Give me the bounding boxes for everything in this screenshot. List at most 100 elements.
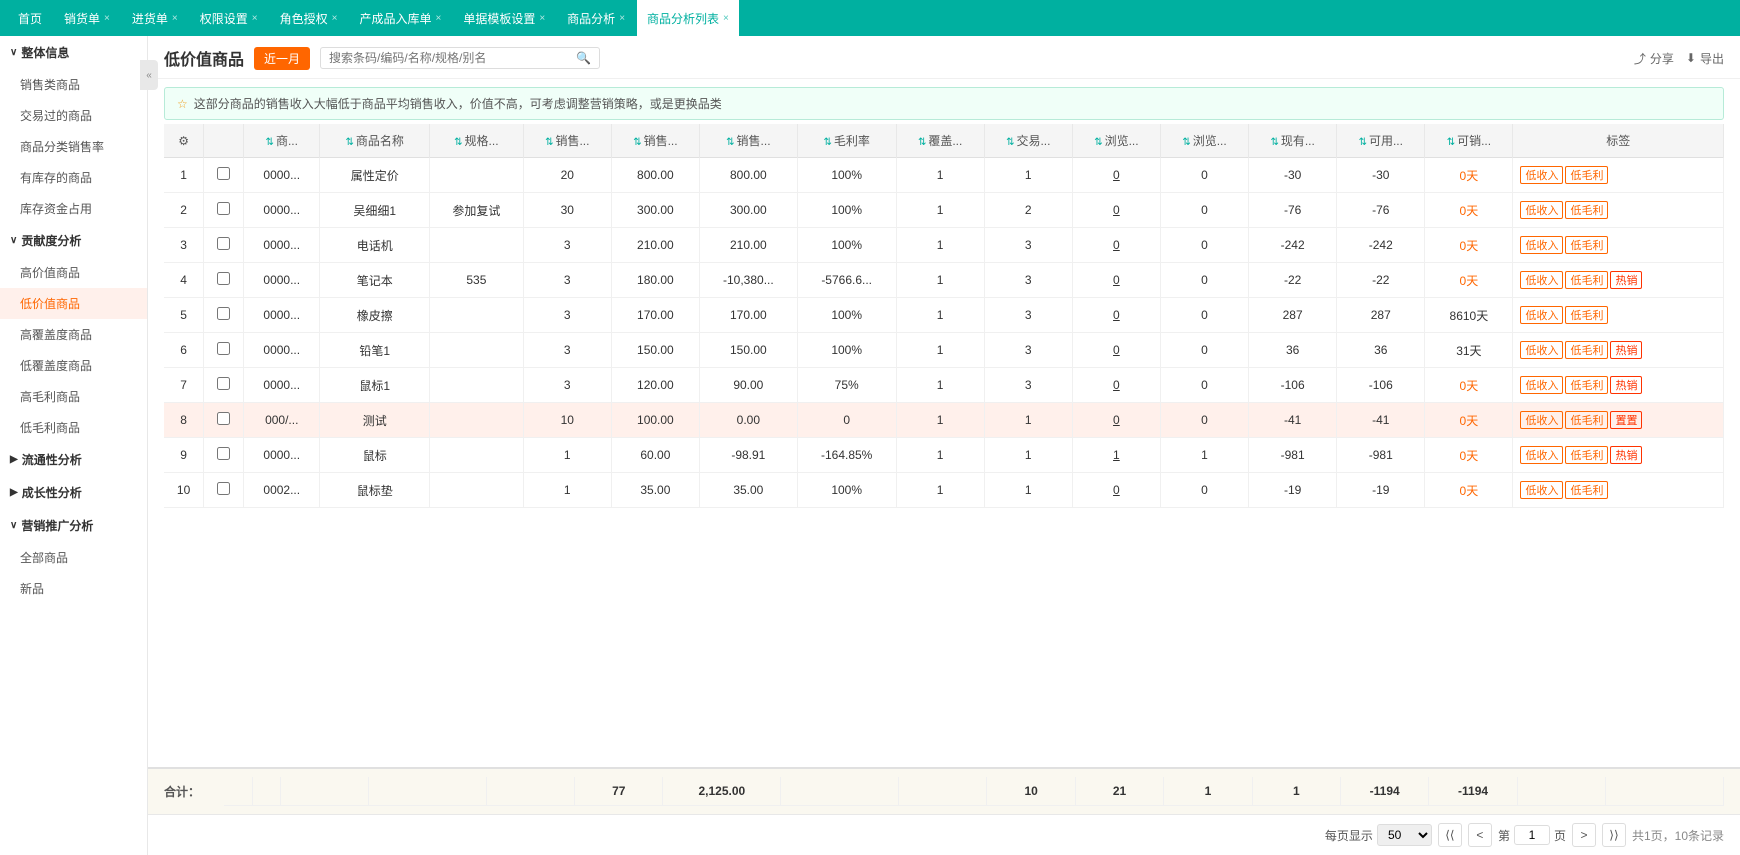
tag: 低收入 <box>1520 376 1563 394</box>
sidebar-item-sales-products[interactable]: 销售类商品 <box>0 69 147 100</box>
search-box: 🔍 <box>320 47 600 69</box>
sidebar-item-all-products[interactable]: 全部商品 <box>0 542 147 573</box>
close-tab-templates[interactable]: × <box>539 13 545 24</box>
browse1-link[interactable]: 0 <box>1113 168 1120 182</box>
cell-current-stock: -242 <box>1249 228 1337 263</box>
nav-tab-templates[interactable]: 单据模板设置× <box>453 0 555 36</box>
nav-tab-analysis-list[interactable]: 商品分析列表× <box>637 0 739 36</box>
row-checkbox[interactable] <box>217 412 230 425</box>
sidebar-group-financial[interactable]: ∨ 贡献度分析 <box>0 224 147 257</box>
row-checkbox[interactable] <box>217 272 230 285</box>
col-header-trade[interactable]: ⇅交易... <box>984 124 1072 158</box>
cell-sales-qty: 3 <box>523 333 611 368</box>
col-header-spec[interactable]: ⇅规格... <box>430 124 524 158</box>
nav-tab-sales[interactable]: 销货单× <box>54 0 120 36</box>
browse1-link[interactable]: 0 <box>1113 483 1120 497</box>
header-actions: ⤴ 分享 ⬇ 导出 <box>1634 50 1724 67</box>
col-header-sellable[interactable]: ⇅可销... <box>1425 124 1513 158</box>
row-checkbox[interactable] <box>217 377 230 390</box>
browse1-link[interactable]: 0 <box>1113 203 1120 217</box>
cell-tags: 低收入低毛利置置 <box>1513 403 1724 438</box>
sidebar-item-traded-products[interactable]: 交易过的商品 <box>0 100 147 131</box>
nav-tab-roles[interactable]: 角色授权× <box>270 0 348 36</box>
row-checkbox[interactable] <box>217 447 230 460</box>
sidebar-item-low-coverage[interactable]: 低覆盖度商品 <box>0 350 147 381</box>
col-header-code[interactable]: ⇅商... <box>244 124 320 158</box>
search-input[interactable] <box>329 51 572 65</box>
col-header-sales_amount[interactable]: ⇅销售... <box>611 124 699 158</box>
col-header-name[interactable]: ⇅商品名称 <box>320 124 430 158</box>
nav-tab-products[interactable]: 产成品入库单× <box>349 0 451 36</box>
tag: 低毛利 <box>1565 376 1608 394</box>
sidebar-item-low-value[interactable]: 低价值商品 <box>0 288 147 319</box>
tag: 热销 <box>1610 341 1642 359</box>
tag: 低毛利 <box>1565 446 1608 464</box>
browse1-link[interactable]: 0 <box>1113 413 1120 427</box>
browse1-link[interactable]: 0 <box>1113 343 1120 357</box>
nav-tab-permissions[interactable]: 权限设置× <box>190 0 268 36</box>
browse1-link[interactable]: 0 <box>1113 378 1120 392</box>
row-checkbox[interactable] <box>217 167 230 180</box>
sidebar-group-marketing[interactable]: ∨ 营销推广分析 <box>0 509 147 542</box>
sidebar-collapse-btn[interactable]: « <box>140 60 158 90</box>
last-page-btn[interactable]: ⟩⟩ <box>1602 823 1626 847</box>
close-tab-products[interactable]: × <box>435 13 441 24</box>
close-tab-purchase[interactable]: × <box>172 13 178 24</box>
sidebar-group-growth2[interactable]: ▶ 成长性分析 <box>0 476 147 509</box>
col-header-browse2[interactable]: ⇅浏览... <box>1160 124 1248 158</box>
next-page-btn[interactable]: > <box>1572 823 1596 847</box>
row-checkbox[interactable] <box>217 342 230 355</box>
browse1-link[interactable]: 0 <box>1113 308 1120 322</box>
browse1-link[interactable]: 0 <box>1113 238 1120 252</box>
close-tab-analysis-list[interactable]: × <box>723 13 729 24</box>
row-checkbox[interactable] <box>217 482 230 495</box>
nav-tab-purchase[interactable]: 进货单× <box>122 0 188 36</box>
share-button[interactable]: ⤴ 分享 <box>1634 50 1674 67</box>
close-tab-analysis[interactable]: × <box>619 13 625 24</box>
browse1-link[interactable]: 1 <box>1113 448 1120 462</box>
sidebar-item-inventory-products[interactable]: 有库存的商品 <box>0 162 147 193</box>
col-header-current_stock[interactable]: ⇅现有... <box>1249 124 1337 158</box>
per-page-select[interactable]: 50 100 200 <box>1377 824 1432 846</box>
close-tab-sales[interactable]: × <box>104 13 110 24</box>
row-checkbox[interactable] <box>217 202 230 215</box>
nav-tab-home[interactable]: 首页 <box>8 0 52 36</box>
col-header-sales_price[interactable]: ⇅销售... <box>699 124 797 158</box>
page-info: 第 页 <box>1498 825 1566 845</box>
prev-page-btn[interactable]: < <box>1468 823 1492 847</box>
col-header-margin[interactable]: ⇅毛利率 <box>797 124 896 158</box>
sidebar-item-low-margin[interactable]: 低毛利商品 <box>0 412 147 443</box>
col-header-available[interactable]: ⇅可用... <box>1337 124 1425 158</box>
row-checkbox[interactable] <box>217 237 230 250</box>
export-button[interactable]: ⬇ 导出 <box>1686 50 1724 67</box>
col-header-browse1[interactable]: ⇅浏览... <box>1072 124 1160 158</box>
cell-checkbox <box>204 438 244 473</box>
nav-tab-analysis[interactable]: 商品分析× <box>557 0 635 36</box>
sidebar-item-high-margin[interactable]: 高毛利商品 <box>0 381 147 412</box>
sidebar-group-growth[interactable]: ▶ 流通性分析 <box>0 443 147 476</box>
cell-tags: 低收入低毛利热销 <box>1513 333 1724 368</box>
sidebar-item-high-value[interactable]: 高价值商品 <box>0 257 147 288</box>
filter-button[interactable]: 近一月 <box>254 47 310 70</box>
col-header-coverage[interactable]: ⇅覆盖... <box>896 124 984 158</box>
cell-available: -76 <box>1337 193 1425 228</box>
tag: 低毛利 <box>1565 411 1608 429</box>
sidebar-item-high-coverage[interactable]: 高覆盖度商品 <box>0 319 147 350</box>
col-header-sales_qty[interactable]: ⇅销售... <box>523 124 611 158</box>
page-input[interactable] <box>1514 825 1550 845</box>
days-value: 0天 <box>1460 484 1479 498</box>
first-page-btn[interactable]: ⟨⟨ <box>1438 823 1462 847</box>
row-checkbox[interactable] <box>217 307 230 320</box>
sidebar-item-capital-usage[interactable]: 库存资金占用 <box>0 193 147 224</box>
cell-margin: 100% <box>797 473 896 508</box>
close-tab-roles[interactable]: × <box>332 13 338 24</box>
close-tab-permissions[interactable]: × <box>252 13 258 24</box>
search-icon[interactable]: 🔍 <box>576 51 591 65</box>
tag: 低收入 <box>1520 446 1563 464</box>
sidebar-item-new-products[interactable]: 新品 <box>0 573 147 604</box>
cell-spec: 535 <box>430 263 524 298</box>
cell-browse2: 0 <box>1160 333 1248 368</box>
browse1-link[interactable]: 0 <box>1113 273 1120 287</box>
sidebar-group-overall[interactable]: ∨ 整体信息 <box>0 36 147 69</box>
sidebar-item-category-sales[interactable]: 商品分类销售率 <box>0 131 147 162</box>
